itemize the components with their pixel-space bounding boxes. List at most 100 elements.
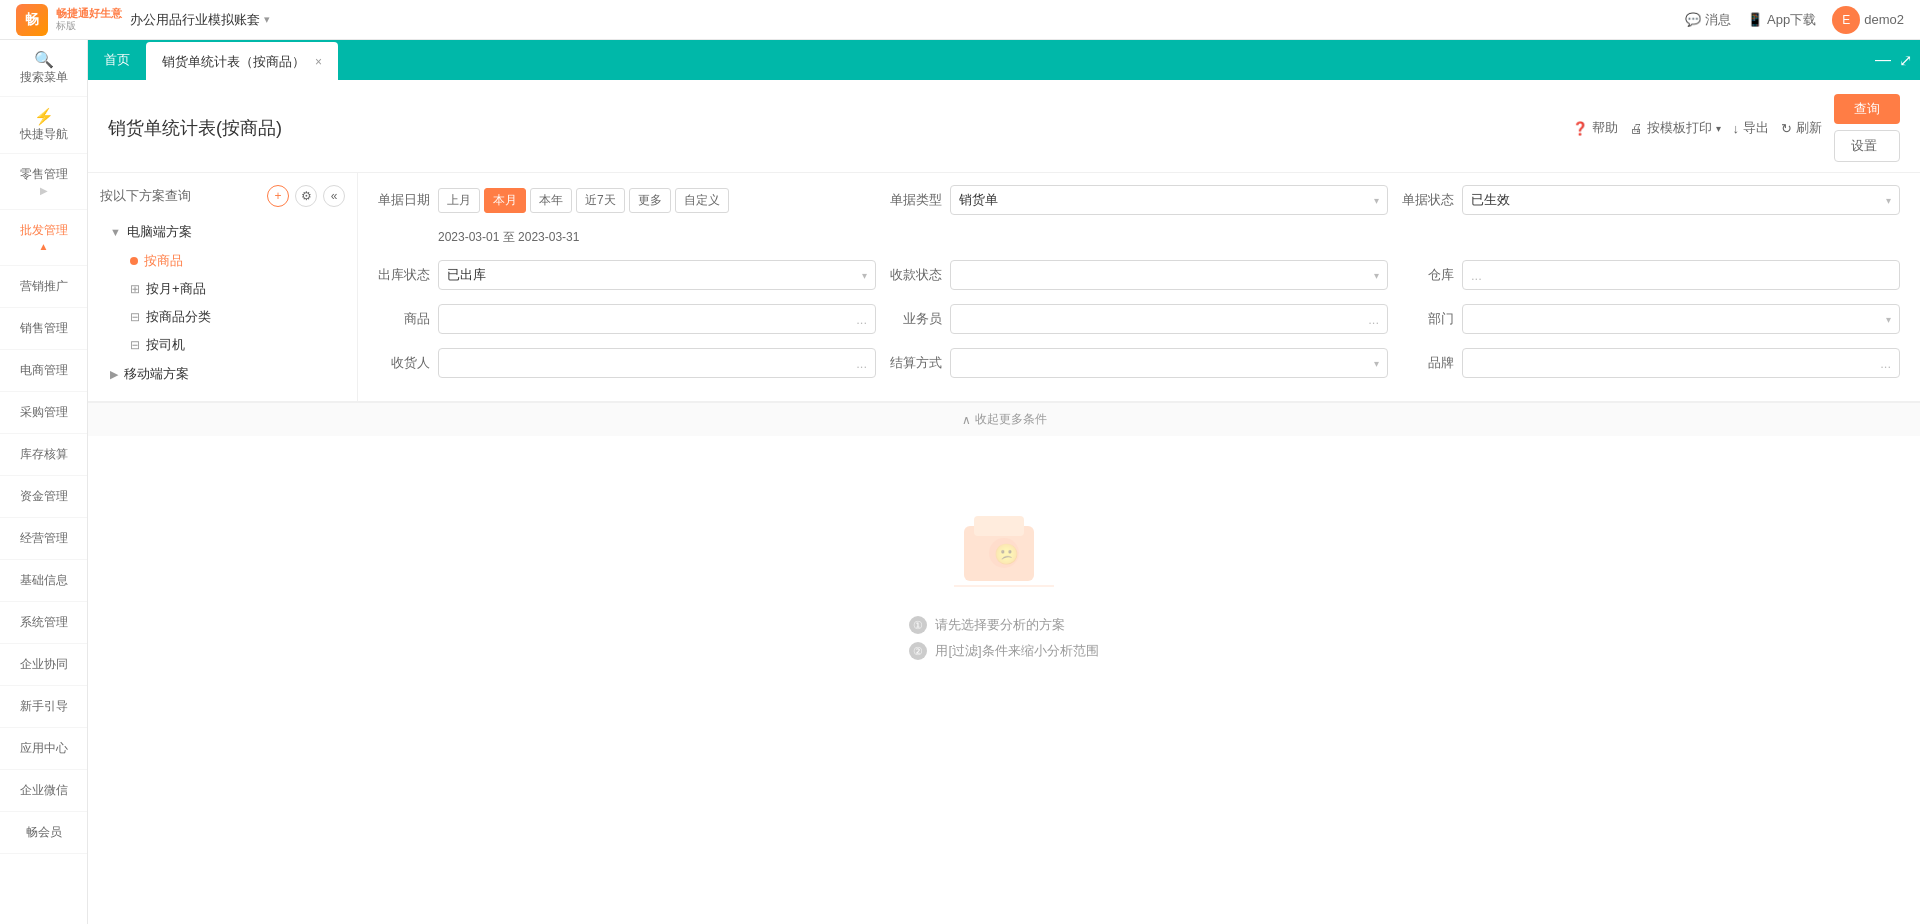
sidebar-item-wechat[interactable]: 企业微信	[0, 770, 87, 812]
doc-status-caret-icon: ▾	[1886, 195, 1891, 206]
sidebar-item-operations-label: 经营管理	[8, 530, 79, 547]
sidebar-item-purchase[interactable]: 采购管理	[0, 392, 87, 434]
expand-icon: ▼	[110, 226, 121, 238]
sidebar-item-basicinfo[interactable]: 基础信息	[0, 560, 87, 602]
collapse-label: 收起更多条件	[975, 411, 1047, 428]
sidebar-item-inventory[interactable]: 库存核算	[0, 434, 87, 476]
date-prev-month-btn[interactable]: 上月	[438, 188, 480, 213]
collapse-panel-button[interactable]: «	[323, 185, 345, 207]
date-curr-year-btn[interactable]: 本年	[530, 188, 572, 213]
date-more-btn[interactable]: 更多	[629, 188, 671, 213]
scheme-item-by-driver[interactable]: ⊟ 按司机	[100, 331, 345, 359]
sidebar-item-appcenter-label: 应用中心	[8, 740, 79, 757]
date-range-value: 2023-03-01 至 2023-03-31	[438, 229, 579, 246]
collapse-bar[interactable]: ∧ 收起更多条件	[88, 402, 1920, 436]
setting-scheme-button[interactable]: ⚙	[295, 185, 317, 207]
refresh-icon: ↻	[1781, 121, 1792, 136]
tip-1-text: 请先选择要分析的方案	[935, 616, 1065, 634]
sidebar-item-appcenter[interactable]: 应用中心	[0, 728, 87, 770]
filter-cell-payment-status: 收款状态 ▾	[890, 260, 1388, 290]
sidebar-item-wholesale-label: 批发管理	[8, 222, 79, 239]
scheme-tree: ▼ 电脑端方案 按商品 ⊞ 按月+商品 ⊟ 按	[100, 217, 345, 389]
sidebar-item-enterprise-label: 企业协同	[8, 656, 79, 673]
out-status-value: 已出库	[447, 266, 486, 284]
date-curr-month-btn[interactable]: 本月	[484, 188, 526, 213]
main-layout: 🔍 搜索菜单 ⚡ 快捷导航 零售管理 ▶ 批发管理 ▲ 营销推广 销售管理 电商…	[0, 40, 1920, 924]
receiver-label: 收货人	[378, 354, 430, 372]
tab-minimize-button[interactable]: —	[1875, 51, 1891, 69]
message-button[interactable]: 💬 消息	[1685, 11, 1731, 29]
user-menu[interactable]: E demo2	[1832, 6, 1904, 34]
sidebar-item-ecommerce[interactable]: 电商管理	[0, 350, 87, 392]
filter-cell-warehouse: 仓库 ...	[1402, 260, 1900, 290]
workspace-selector[interactable]: 办公用品行业模拟账套 ▾	[130, 11, 270, 29]
scheme-group-mobile[interactable]: ▶ 移动端方案	[100, 359, 345, 389]
add-scheme-button[interactable]: +	[267, 185, 289, 207]
payment-method-select[interactable]: ▾	[950, 348, 1388, 378]
sidebar-item-operations[interactable]: 经营管理	[0, 518, 87, 560]
receiver-dots-icon: ...	[856, 356, 867, 371]
chevron-up-icon: ▲	[39, 241, 49, 252]
payment-status-label: 收款状态	[890, 266, 942, 284]
filter-left-title: 按以下方案查询	[100, 187, 191, 205]
sidebar-item-system[interactable]: 系统管理	[0, 602, 87, 644]
chevron-right-icon: ▶	[40, 185, 48, 196]
tab-close-icon[interactable]: ×	[315, 55, 322, 69]
filter-row-1: 单据日期 上月 本月 本年 近7天 更多 自定义	[378, 185, 1900, 215]
sidebar-item-finance[interactable]: 资金管理	[0, 476, 87, 518]
topbar: 畅 畅捷通好生意 标版 办公用品行业模拟账套 ▾ 💬 消息 📱 App下载 E …	[0, 0, 1920, 40]
payment-method-label: 结算方式	[890, 354, 942, 372]
scheme-group-pc[interactable]: ▼ 电脑端方案	[100, 217, 345, 247]
export-button[interactable]: ↓ 导出	[1733, 119, 1770, 137]
receiver-input[interactable]: ...	[438, 348, 876, 378]
filter-cell-salesman: 业务员 ...	[890, 304, 1388, 334]
scheme-item-by-goods[interactable]: 按商品	[100, 247, 345, 275]
filter-area: 按以下方案查询 + ⚙ « ▼ 电脑端方案	[88, 173, 1920, 402]
doc-status-select[interactable]: 已生效 ▾	[1462, 185, 1900, 215]
doc-type-select[interactable]: 销货单 ▾	[950, 185, 1388, 215]
dept-select[interactable]: ▾	[1462, 304, 1900, 334]
sidebar-item-wholesale[interactable]: 批发管理 ▲	[0, 210, 87, 266]
sidebar-item-newguide[interactable]: 新手引导	[0, 686, 87, 728]
svg-rect-1	[974, 516, 1024, 536]
scheme-item-by-month-goods[interactable]: ⊞ 按月+商品	[100, 275, 345, 303]
salesman-input[interactable]: ...	[950, 304, 1388, 334]
sidebar-item-marketing[interactable]: 营销推广	[0, 266, 87, 308]
query-button[interactable]: 查询	[1834, 94, 1900, 124]
payment-status-select[interactable]: ▾	[950, 260, 1388, 290]
warehouse-input[interactable]: ...	[1462, 260, 1900, 290]
setting-button[interactable]: 设置	[1834, 130, 1900, 162]
filter-row-2: 出库状态 已出库 ▾ 收款状态 ▾	[378, 260, 1900, 290]
salesman-dots-icon: ...	[1368, 312, 1379, 327]
sidebar-item-inventory-label: 库存核算	[8, 446, 79, 463]
sidebar-item-ecommerce-label: 电商管理	[8, 362, 79, 379]
help-button[interactable]: ❓ 帮助	[1572, 119, 1618, 137]
tab-maximize-button[interactable]: ⤢	[1899, 51, 1912, 70]
sidebar-item-search[interactable]: 🔍 搜索菜单	[0, 40, 87, 97]
sidebar-item-enterprise[interactable]: 企业协同	[0, 644, 87, 686]
tab-active[interactable]: 销货单统计表（按商品） ×	[146, 42, 338, 82]
scheme-item-by-category[interactable]: ⊟ 按商品分类	[100, 303, 345, 331]
sidebar-item-sales[interactable]: 销售管理	[0, 308, 87, 350]
filter-cell-payment-method: 结算方式 ▾	[890, 348, 1388, 378]
print-button[interactable]: 🖨 按模板打印 ▾	[1630, 119, 1721, 137]
sidebar-item-quicknav[interactable]: ⚡ 快捷导航	[0, 97, 87, 154]
brand-name: 畅捷通好生意	[56, 7, 122, 20]
tip-1-num: ①	[909, 616, 927, 634]
payment-status-caret-icon: ▾	[1374, 270, 1379, 281]
goods-input[interactable]: ...	[438, 304, 876, 334]
brand-input[interactable]: ...	[1462, 348, 1900, 378]
date-7days-btn[interactable]: 近7天	[576, 188, 625, 213]
out-status-select[interactable]: 已出库 ▾	[438, 260, 876, 290]
refresh-button[interactable]: ↻ 刷新	[1781, 119, 1822, 137]
date-custom-btn[interactable]: 自定义	[675, 188, 729, 213]
empty-icon: 😕	[944, 496, 1064, 596]
sidebar-item-retail[interactable]: 零售管理 ▶	[0, 154, 87, 210]
sidebar-item-member[interactable]: 畅会员	[0, 812, 87, 854]
tab-home[interactable]: 首页	[88, 40, 146, 80]
tab-actions: — ⤢	[1875, 51, 1912, 70]
empty-tip-2: ② 用[过滤]条件来缩小分析范围	[909, 642, 1098, 660]
app-download-button[interactable]: 📱 App下载	[1747, 11, 1816, 29]
brand-logo-text: 畅	[25, 11, 39, 29]
tip-2-text: 用[过滤]条件来缩小分析范围	[935, 642, 1098, 660]
